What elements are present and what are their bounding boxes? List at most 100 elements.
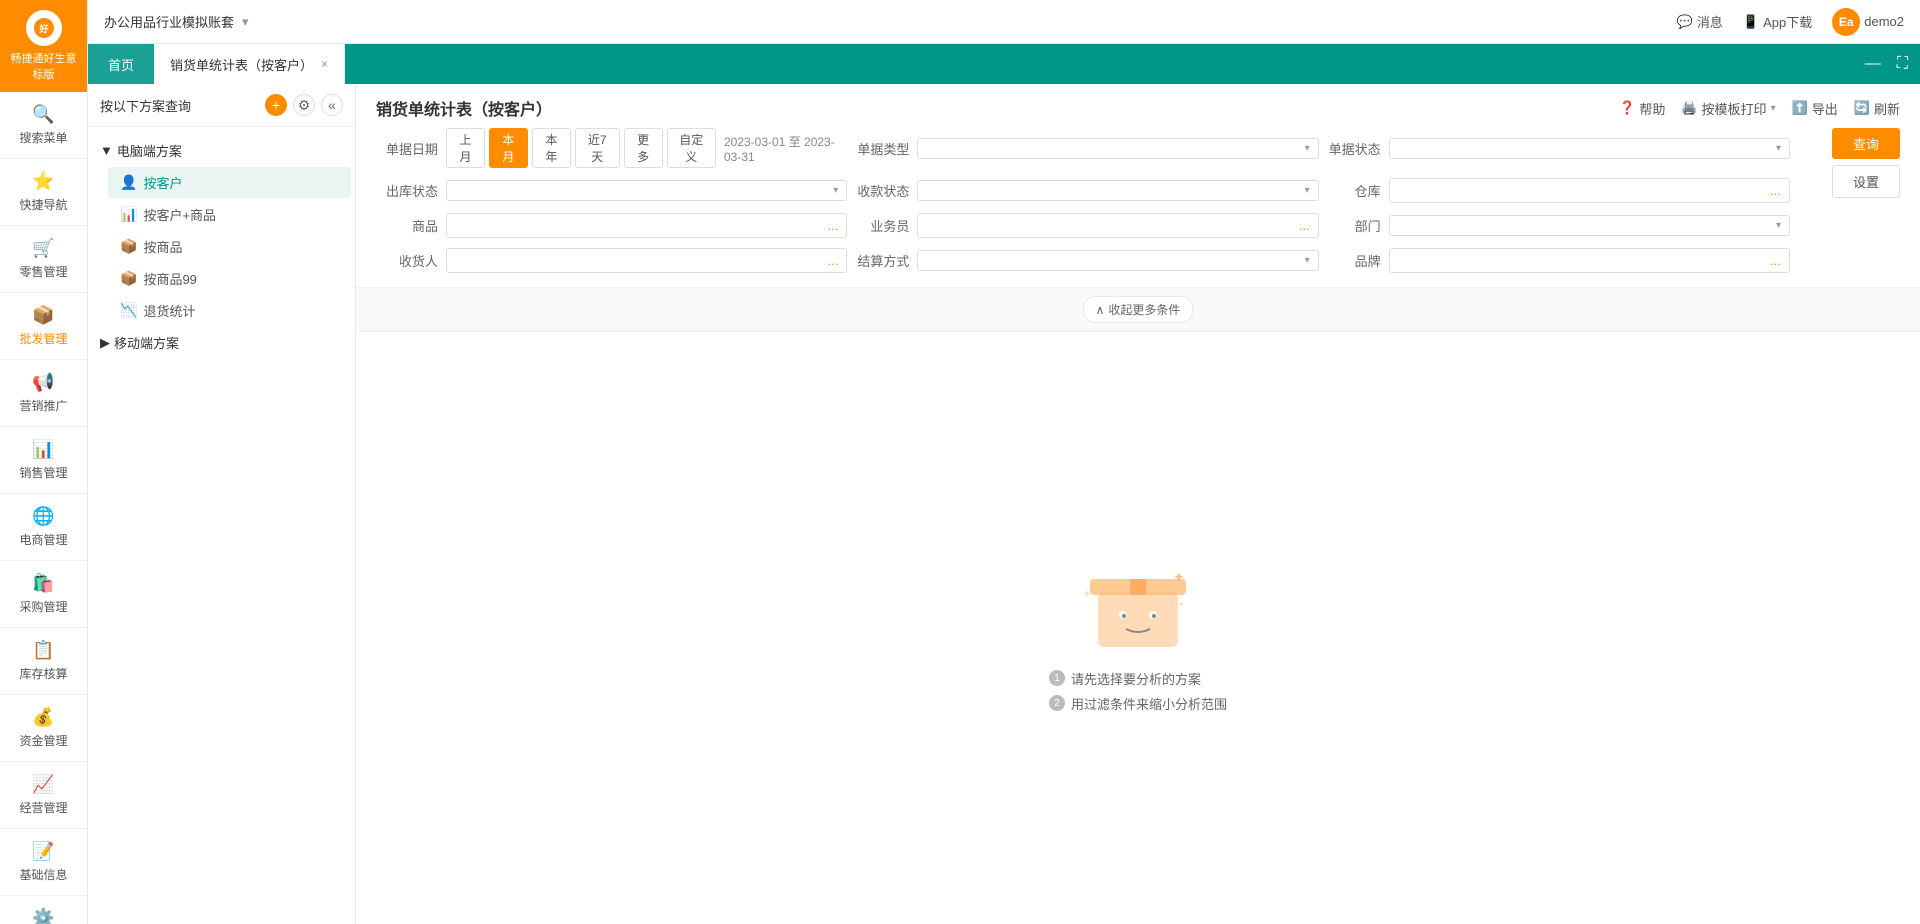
app-logo[interactable]: 好 畅捷通好生意 标版: [0, 0, 87, 92]
receipt-status-arrow-icon: ▾: [1305, 185, 1310, 196]
recipient-dots[interactable]: ...: [827, 253, 838, 268]
tab-home[interactable]: 首页: [88, 44, 154, 84]
tip1-text: 请先选择要分析的方案: [1071, 669, 1201, 688]
sidebar-item-basic[interactable]: 📝 基础信息: [0, 829, 87, 896]
app-download-action[interactable]: 📱 App下载: [1743, 12, 1812, 31]
sidebar-item-sales[interactable]: 📊 销售管理: [0, 427, 87, 494]
collapse-panel-button[interactable]: «: [321, 94, 343, 116]
sidebar-item-label: 电商管理: [19, 531, 67, 548]
salesperson-col: 业务员 ...: [847, 213, 1318, 238]
settlement-control[interactable]: ▾: [917, 250, 1318, 271]
settings-button[interactable]: 设置: [1832, 165, 1900, 198]
sidebar-item-wholesale[interactable]: 📦 批发管理: [0, 293, 87, 360]
sidebar-item-retail[interactable]: 🛒 零售管理: [0, 226, 87, 293]
retail-icon: 🛒: [32, 238, 54, 259]
sidebar-item-label: 快捷导航: [19, 196, 67, 213]
sidebar-item-marketing[interactable]: 📢 营销推广: [0, 360, 87, 427]
tab-maximize-button[interactable]: ⛶: [1893, 51, 1912, 77]
recipient-control[interactable]: ...: [446, 248, 847, 273]
sidebar: 好 畅捷通好生意 标版 🔍 搜索菜单 ⭐ 快捷导航 🛒 零售管理 📦 批发管理 …: [0, 0, 88, 924]
top-section: 销货单统计表（按客户） ❓ 帮助 🖨️ 按模板打印 ▾ ⬆️: [356, 84, 1920, 332]
user-name: demo2: [1864, 14, 1904, 29]
export-action[interactable]: ⬆️ 导出: [1792, 99, 1838, 118]
page-header-actions: ❓ 帮助 🖨️ 按模板打印 ▾ ⬆️ 导出 �: [1619, 99, 1900, 118]
sidebar-item-label: 采购管理: [19, 598, 67, 615]
refresh-action[interactable]: 🔄 刷新: [1854, 99, 1900, 118]
sidebar-item-purchase[interactable]: 🛍️ 采购管理: [0, 561, 87, 628]
date-btn-custom[interactable]: 自定义: [667, 128, 716, 168]
svg-text:✦: ✦: [1178, 600, 1185, 609]
goods-label: 商品: [376, 216, 446, 235]
page-header-row: 销货单统计表（按客户） ❓ 帮助 🖨️ 按模板打印 ▾ ⬆️: [356, 84, 1920, 128]
date-range: 2023-03-01 至 2023-03-31: [724, 133, 847, 164]
message-action[interactable]: 💬 消息: [1677, 12, 1723, 31]
out-status-col: 出库状态 ▾: [376, 180, 847, 201]
tab-minimize-button[interactable]: —: [1861, 51, 1885, 77]
sidebar-item-finance[interactable]: 💰 资金管理: [0, 695, 87, 762]
left-panel-header: 按以下方案查询 + ⚙ «: [88, 84, 355, 127]
tab-close-icon[interactable]: ×: [321, 57, 328, 71]
operations-icon: 📈: [32, 774, 54, 795]
tree-child-by-customer-goods[interactable]: 📊 按客户+商品: [108, 199, 351, 230]
add-scheme-button[interactable]: +: [265, 94, 287, 116]
tab-current[interactable]: 销货单统计表（按客户） ×: [154, 44, 345, 84]
export-icon: ⬆️: [1792, 100, 1808, 116]
brand-label: 品牌: [1319, 251, 1389, 270]
date-btn-this-year[interactable]: 本年: [532, 128, 571, 168]
date-btn-this-month[interactable]: 本月: [489, 128, 528, 168]
department-control[interactable]: ▾: [1389, 215, 1790, 236]
refresh-icon: 🔄: [1854, 100, 1870, 116]
config-scheme-button[interactable]: ⚙: [293, 94, 315, 116]
sidebar-item-ecommerce[interactable]: 🌐 电商管理: [0, 494, 87, 561]
salesperson-dots[interactable]: ...: [1299, 218, 1310, 233]
tree-mobile-parent[interactable]: ▶ 移动端方案: [88, 327, 355, 358]
date-btn-prev-month[interactable]: 上月: [446, 128, 485, 168]
collapse-button[interactable]: ∧ 收起更多条件: [1083, 296, 1194, 323]
sidebar-item-operations[interactable]: 📈 经营管理: [0, 762, 87, 829]
salesperson-control[interactable]: ...: [917, 213, 1318, 238]
sidebar-item-inventory[interactable]: 📋 库存核算: [0, 628, 87, 695]
top-bar: 办公用品行业模拟账套 ▾ 💬 消息 📱 App下载 Ea demo2: [88, 0, 1920, 44]
query-button[interactable]: 查询: [1832, 128, 1900, 159]
brand-control[interactable]: ...: [1389, 248, 1790, 273]
empty-svg: ✦ ✦ ✦: [1068, 537, 1208, 657]
goods-control[interactable]: ...: [446, 213, 847, 238]
doc-type-arrow-icon: ▾: [1305, 143, 1310, 154]
date-btn-7days[interactable]: 近7天: [575, 128, 620, 168]
user-menu[interactable]: Ea demo2: [1832, 8, 1904, 36]
tree-child-by-customer[interactable]: 👤 按客户: [108, 167, 351, 198]
download-icon: 📱: [1743, 14, 1759, 30]
out-status-control[interactable]: ▾: [446, 180, 847, 201]
doc-status-control[interactable]: ▾: [1389, 138, 1790, 159]
sidebar-item-label: 资金管理: [19, 732, 67, 749]
sidebar-item-quicknav[interactable]: ⭐ 快捷导航: [0, 159, 87, 226]
print-action[interactable]: 🖨️ 按模板打印 ▾: [1681, 99, 1775, 118]
brand-dots[interactable]: ...: [1770, 253, 1781, 268]
tree-desktop-parent[interactable]: ▼ 电脑端方案: [88, 135, 355, 166]
tree-child-label: 按客户: [143, 173, 182, 192]
marketing-icon: 📢: [32, 372, 54, 393]
settlement-col: 结算方式 ▾: [847, 250, 1318, 271]
tree-child-by-goods99[interactable]: 📦 按商品99: [108, 263, 351, 294]
doc-type-control[interactable]: ▾: [917, 138, 1318, 159]
chart-icon: 📊: [120, 206, 137, 223]
sidebar-item-search[interactable]: 🔍 搜索菜单: [0, 92, 87, 159]
star-icon: ⭐: [32, 171, 54, 192]
warehouse-control[interactable]: ...: [1389, 178, 1790, 203]
sidebar-item-system[interactable]: ⚙️ 系统管理: [0, 896, 87, 924]
doc-status-col: 单据状态 ▾: [1319, 138, 1900, 159]
tree-child-label: 退货统计: [143, 301, 195, 320]
help-action[interactable]: ❓ 帮助: [1619, 99, 1665, 118]
date-btn-more[interactable]: 更多: [624, 128, 663, 168]
tree-child-return-stats[interactable]: 📉 退货统计: [108, 295, 351, 326]
print-icon: 🖨️: [1681, 100, 1697, 116]
tree-child-by-goods[interactable]: 📦 按商品: [108, 231, 351, 262]
collapse-label: 收起更多条件: [1108, 301, 1180, 318]
warehouse-dots[interactable]: ...: [1770, 183, 1781, 198]
industry-dropdown[interactable]: ▾: [242, 14, 249, 30]
content-area: 按以下方案查询 + ⚙ « ▼ 电脑端方案 👤 按客户: [88, 84, 1920, 924]
empty-text-lines: 1 请先选择要分析的方案 2 用过滤条件来缩小分析范围: [1049, 669, 1227, 719]
receipt-status-control[interactable]: ▾: [917, 180, 1318, 201]
empty-state: ✦ ✦ ✦ 1 请先选择要分析的方案 2 用过滤条件来缩小分析范围: [356, 332, 1920, 924]
goods-dots[interactable]: ...: [827, 218, 838, 233]
